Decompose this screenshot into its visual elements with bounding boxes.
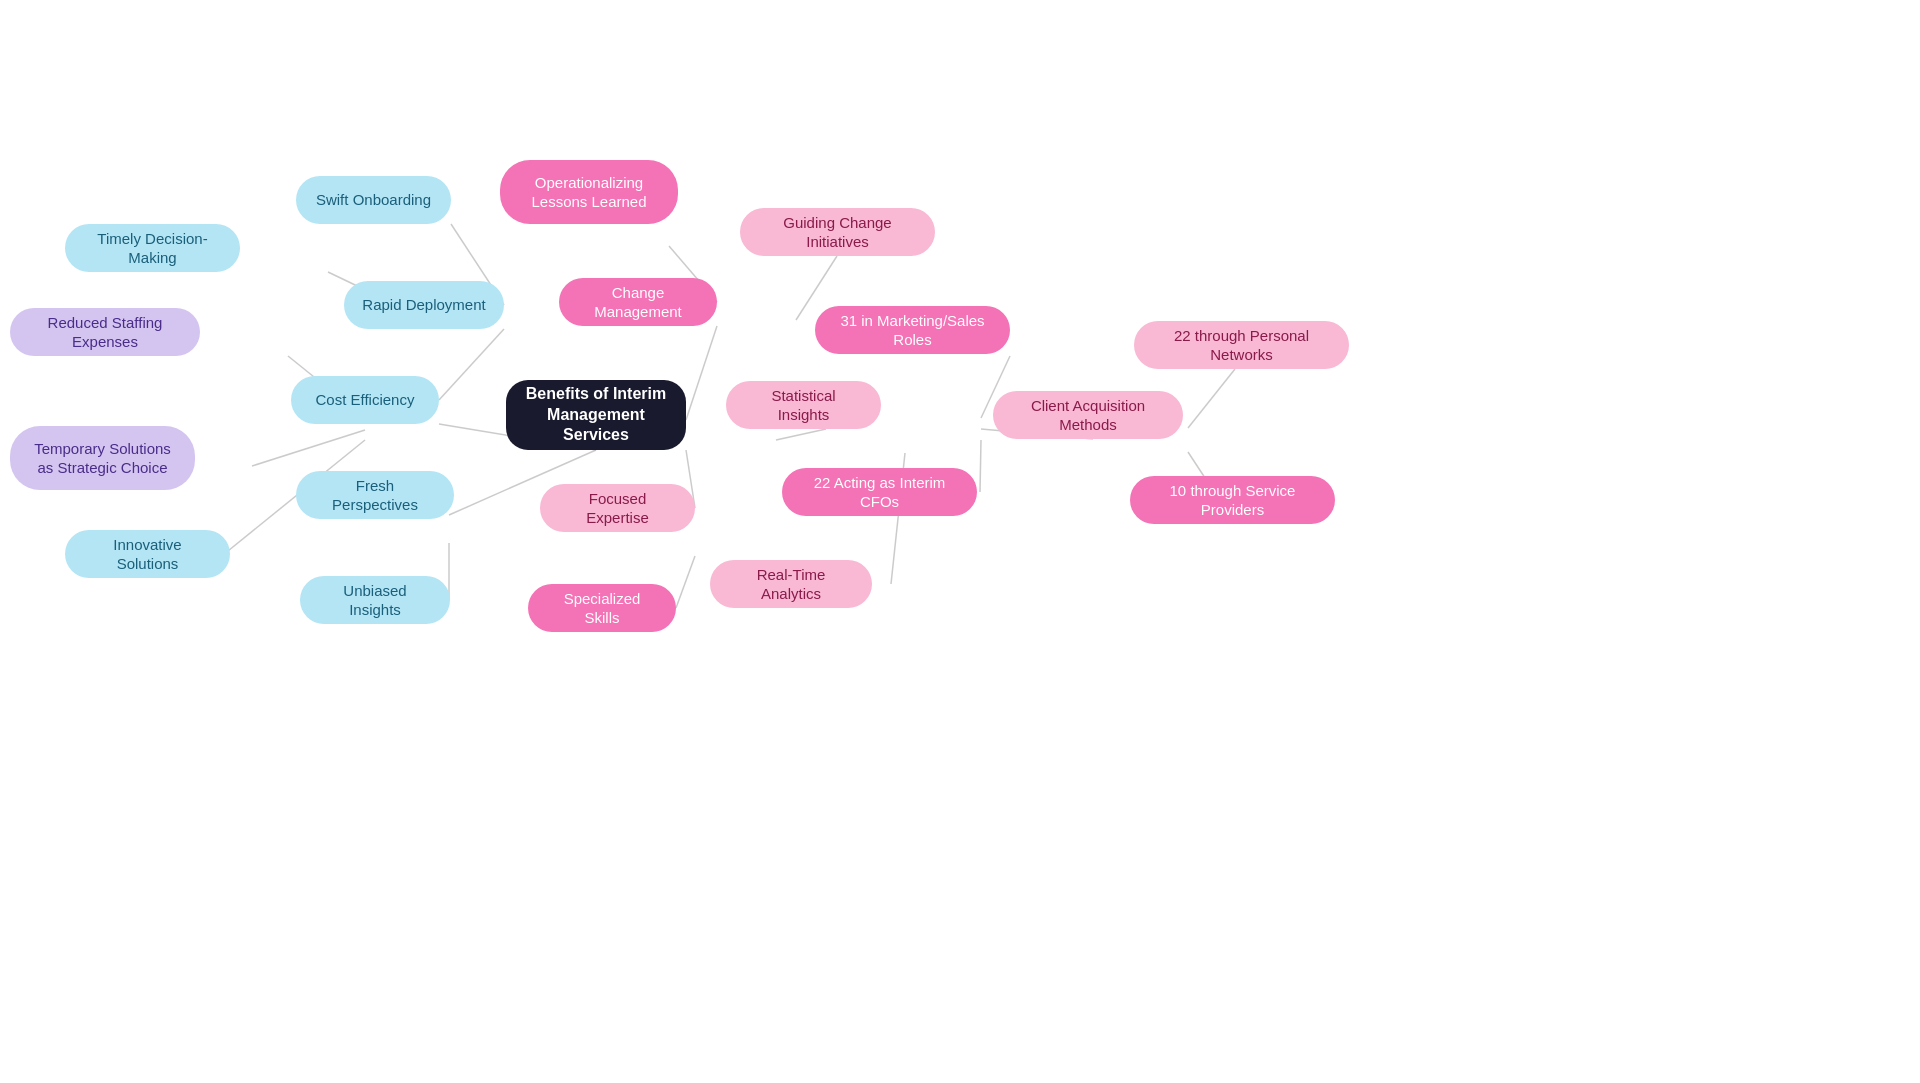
statistical-insights-label: Statistical Insights <box>744 386 863 425</box>
innovative-solutions-node: Innovative Solutions <box>65 530 230 578</box>
fresh-perspectives-label: Fresh Perspectives <box>314 476 436 515</box>
svg-line-5 <box>252 430 365 466</box>
swift-onboarding-label: Swift Onboarding <box>316 190 431 210</box>
guiding-change-label: Guiding Change Initiatives <box>758 213 917 252</box>
timely-decision-label: Timely Decision-Making <box>83 229 222 268</box>
change-management-label: Change Management <box>577 283 699 322</box>
acting-interim-cfos-node: 22 Acting as Interim CFOs <box>782 468 977 516</box>
focused-expertise-label: Focused Expertise <box>558 489 677 528</box>
real-time-analytics-node: Real-Time Analytics <box>710 560 872 608</box>
client-acquisition-label: Client Acquisition Methods <box>1011 396 1165 435</box>
innovative-solutions-label: Innovative Solutions <box>83 535 212 574</box>
unbiased-insights-node: Unbiased Insights <box>300 576 450 624</box>
change-management-node: Change Management <box>559 278 717 326</box>
timely-decision-node: Timely Decision-Making <box>65 224 240 272</box>
service-providers-label: 10 through Service Providers <box>1148 481 1317 520</box>
center-node: Benefits of Interim Management Services <box>506 380 686 450</box>
reduced-staffing-node: Reduced Staffing Expenses <box>10 308 200 356</box>
svg-line-14 <box>776 429 826 440</box>
svg-line-16 <box>980 440 981 492</box>
personal-networks-label: 22 through Personal Networks <box>1152 326 1331 365</box>
temporary-solutions-label: Temporary Solutions as Strategic Choice <box>28 439 177 478</box>
fresh-perspectives-node: Fresh Perspectives <box>296 471 454 519</box>
specialized-skills-node: Specialized Skills <box>528 584 676 632</box>
svg-line-10 <box>676 556 695 608</box>
reduced-staffing-label: Reduced Staffing Expenses <box>28 313 182 352</box>
marketing-sales-label: 31 in Marketing/Sales Roles <box>833 311 992 350</box>
temporary-solutions-node: Temporary Solutions as Strategic Choice <box>10 426 195 490</box>
focused-expertise-node: Focused Expertise <box>540 484 695 532</box>
svg-line-11 <box>686 326 717 420</box>
marketing-sales-node: 31 in Marketing/Sales Roles <box>815 306 1010 354</box>
cost-efficiency-node: Cost Efficiency <box>291 376 439 424</box>
svg-line-1 <box>439 329 504 400</box>
personal-networks-node: 22 through Personal Networks <box>1134 321 1349 369</box>
swift-onboarding-node: Swift Onboarding <box>296 176 451 224</box>
real-time-analytics-label: Real-Time Analytics <box>728 565 854 604</box>
rapid-deployment-node: Rapid Deployment <box>344 281 504 329</box>
client-acquisition-node: Client Acquisition Methods <box>993 391 1183 439</box>
cost-efficiency-label: Cost Efficiency <box>316 390 415 410</box>
svg-line-19 <box>1188 369 1235 428</box>
center-label: Benefits of Interim Management Services <box>524 384 668 446</box>
operationalizing-node: Operationalizing Lessons Learned <box>500 160 678 224</box>
specialized-skills-label: Specialized Skills <box>546 589 658 628</box>
operationalizing-label: Operationalizing Lessons Learned <box>518 173 660 212</box>
service-providers-node: 10 through Service Providers <box>1130 476 1335 524</box>
statistical-insights-node: Statistical Insights <box>726 381 881 429</box>
unbiased-insights-label: Unbiased Insights <box>318 581 432 620</box>
guiding-change-node: Guiding Change Initiatives <box>740 208 935 256</box>
acting-interim-cfos-label: 22 Acting as Interim CFOs <box>800 473 959 512</box>
rapid-deployment-label: Rapid Deployment <box>362 295 485 315</box>
